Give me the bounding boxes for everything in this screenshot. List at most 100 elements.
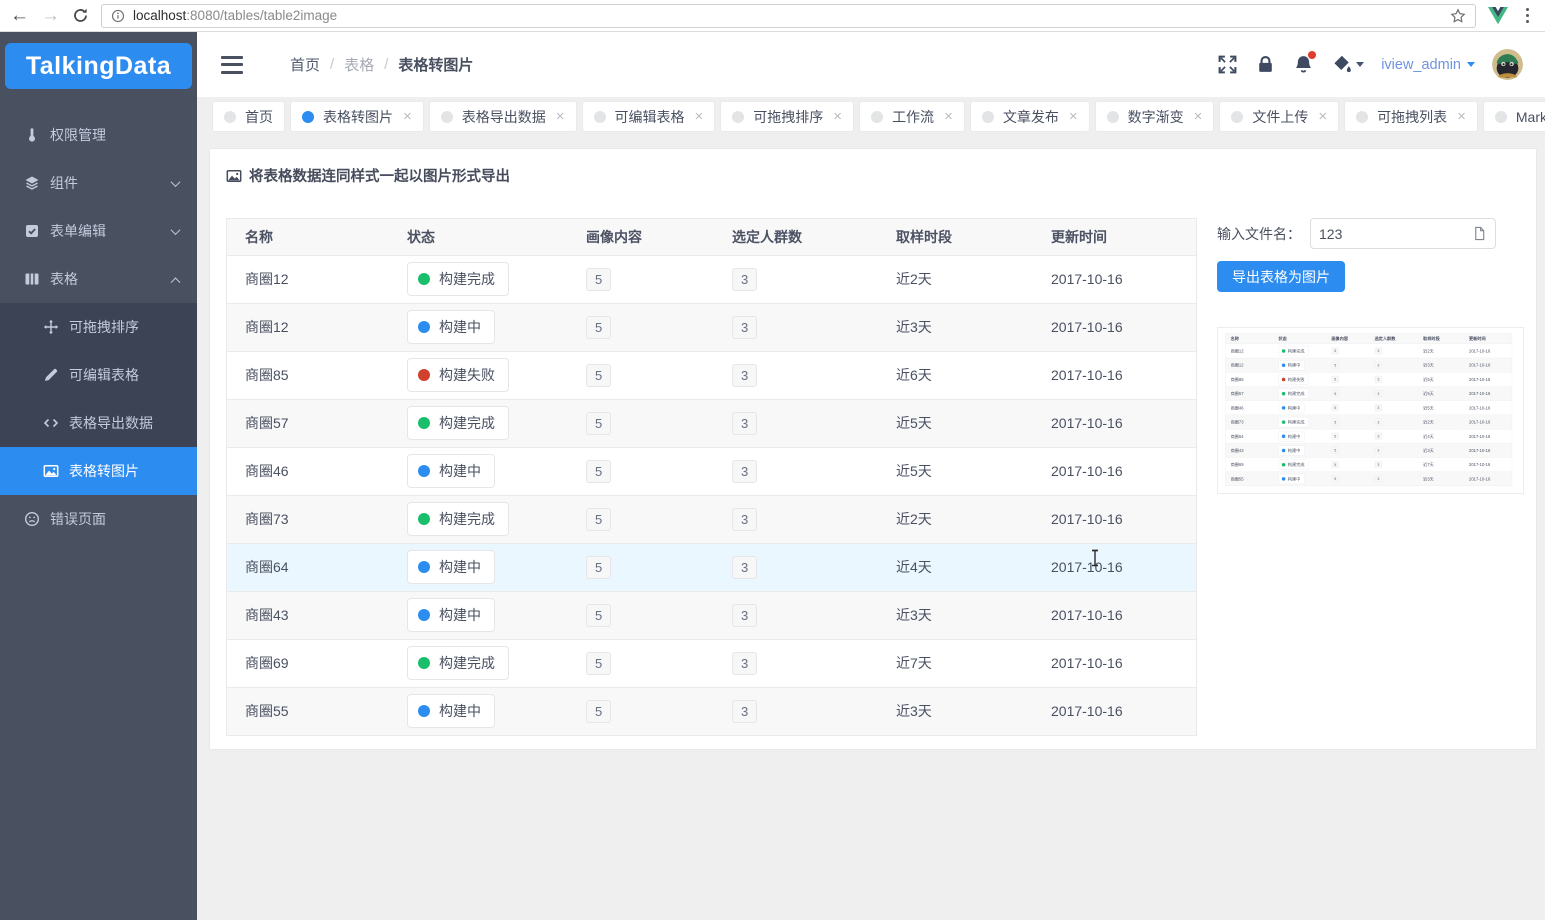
audience-count: 3 (732, 651, 758, 675)
cell-updated: 2017-10-16 (1033, 351, 1196, 400)
table-row[interactable]: 商圈55 构建中 5 3 近3天 2017-10-16 (1225, 471, 1512, 486)
collapse-menu-icon[interactable] (219, 52, 245, 78)
tab-status-dot-icon (981, 110, 994, 123)
bookmark-star-icon[interactable] (1449, 7, 1466, 24)
tab-表格转图片[interactable]: 表格转图片 × (290, 101, 424, 132)
cell-period: 近6天 (878, 351, 1033, 400)
cell-updated: 2017-10-16 (1463, 372, 1512, 387)
tab-Markdown编辑器[interactable]: Markdown编辑器× (1482, 101, 1545, 132)
app-logo[interactable]: TalkingData (5, 43, 192, 89)
notifications-bell-icon[interactable] (1293, 51, 1317, 75)
fullscreen-icon[interactable] (1217, 54, 1238, 75)
table-row[interactable]: 商圈73 构建完成 5 3 近2天 2017-10-16 (1225, 414, 1512, 430)
browser-menu-icon[interactable] (1520, 6, 1536, 26)
sidebar-item-permission[interactable]: 权限管理 (0, 111, 197, 159)
tab-close-icon[interactable]: × (403, 109, 412, 124)
audience-count: 3 (732, 699, 758, 723)
tab-文件上传[interactable]: 文件上传 × (1219, 101, 1340, 132)
sidebar-item-drag-sort[interactable]: 可拖拽排序 (0, 303, 197, 351)
user-dropdown[interactable]: iview_admin (1381, 57, 1475, 73)
tab-close-icon[interactable]: × (1194, 109, 1203, 124)
table-row[interactable]: 商圈85 构建失败 5 3 近6天 2017-10-16 (1225, 372, 1512, 387)
breadcrumb-home[interactable]: 首页 (290, 54, 320, 75)
sidebar-item-label: 可编辑表格 (69, 367, 139, 383)
table-row[interactable]: 商圈46 构建中 5 3 近5天 2017-10-16 (227, 447, 1196, 496)
tab-close-icon[interactable]: × (695, 109, 704, 124)
lock-screen-icon[interactable] (1255, 54, 1276, 75)
table-row[interactable]: 商圈69 构建完成 5 3 近7天 2017-10-16 (1225, 457, 1512, 472)
cell-period: 近5天 (878, 399, 1033, 448)
cell-updated: 2017-10-16 (1463, 443, 1512, 458)
export-table-button[interactable]: 导出表格为图片 (1217, 261, 1345, 292)
page-content: 将表格数据连同样式一起以图片形式导出 名称 状态 画像内容 选定人群数 取样时段 更新时间… (197, 135, 1545, 920)
theme-switch[interactable] (1331, 54, 1365, 75)
table-row[interactable]: 商圈12 构建中 5 3 近3天 2017-10-16 (227, 303, 1196, 352)
tab-status-dot-icon (224, 110, 236, 123)
table-row[interactable]: 商圈12 构建完成 5 3 近2天 2017-10-16 (227, 255, 1196, 304)
table-row[interactable]: 商圈43 构建中 5 3 近3天 2017-10-16 (227, 591, 1196, 640)
image-icon (43, 463, 59, 479)
column-header: 画像内容 (568, 219, 714, 256)
table-row[interactable]: 商圈69 构建完成 5 3 近7天 2017-10-16 (227, 639, 1196, 688)
table-row[interactable]: 商圈57 构建完成 5 3 近5天 2017-10-16 (1225, 386, 1512, 401)
tab-close-icon[interactable]: × (833, 109, 842, 124)
status-badge: 构建中 (407, 598, 495, 632)
tab-close-icon[interactable]: × (1069, 109, 1078, 124)
tab-status-dot-icon (1231, 110, 1244, 123)
tab-close-icon[interactable]: × (556, 109, 565, 124)
sidebar-item-editable-table[interactable]: 可编辑表格 (0, 351, 197, 399)
tab-close-icon[interactable]: × (944, 109, 953, 124)
cell-updated: 2017-10-16 (1463, 358, 1512, 373)
table-row[interactable]: 商圈85 构建失败 5 3 近6天 2017-10-16 (227, 351, 1196, 400)
sidebar-item-form-edit[interactable]: 表单编辑 (0, 207, 197, 255)
table-row[interactable]: 商圈64 构建中 5 3 近4天 2017-10-16 (227, 543, 1196, 592)
filename-field-wrap (1310, 218, 1496, 249)
sidebar-item-error-pages[interactable]: 错误页面 (0, 495, 197, 543)
table-row[interactable]: 商圈64 构建中 5 3 近4天 2017-10-16 (1225, 429, 1512, 444)
tab-status-dot-icon (732, 110, 745, 123)
avatar[interactable] (1492, 49, 1523, 80)
browser-forward-icon[interactable]: → (41, 6, 60, 25)
table-row[interactable]: 商圈57 构建完成 5 3 近5天 2017-10-16 (227, 399, 1196, 448)
status-label: 构建中 (1287, 405, 1301, 411)
cell-updated: 2017-10-16 (1033, 447, 1196, 496)
portrait-count: 5 (1331, 446, 1339, 454)
table-row[interactable]: 商圈12 构建完成 5 3 近2天 2017-10-16 (1225, 343, 1512, 359)
sidebar-item-components[interactable]: 组件 (0, 159, 197, 207)
tab-可拖拽列表[interactable]: 可拖拽列表 × (1344, 101, 1478, 132)
tab-可拖拽排序[interactable]: 可拖拽排序 × (720, 101, 855, 132)
status-label: 构建完成 (439, 271, 495, 287)
status-dot-icon (418, 657, 430, 669)
status-dot-icon (1281, 363, 1286, 367)
tab-数字渐变[interactable]: 数字渐变 × (1094, 101, 1215, 132)
sidebar-item-export-data[interactable]: 表格导出数据 (0, 399, 197, 447)
table-row[interactable]: 商圈43 构建中 5 3 近3天 2017-10-16 (1225, 443, 1512, 458)
vue-devtools-icon[interactable] (1487, 6, 1508, 25)
tab-首页[interactable]: 首页 (212, 101, 285, 132)
table-row[interactable]: 商圈46 构建中 5 3 近5天 2017-10-16 (1225, 400, 1512, 415)
sidebar-item-tables[interactable]: 表格 (0, 255, 197, 303)
page-info-icon[interactable] (111, 9, 125, 23)
tab-close-icon[interactable]: × (1318, 109, 1327, 124)
tab-close-icon[interactable]: × (1457, 109, 1466, 124)
status-dot-icon (1281, 420, 1286, 424)
card-title-row: 将表格数据连同样式一起以图片形式导出 (226, 165, 1520, 186)
table-row[interactable]: 商圈55 构建中 5 3 近3天 2017-10-16 (227, 687, 1196, 735)
status-badge: 构建中 (407, 550, 495, 584)
tab-可编辑表格[interactable]: 可编辑表格 × (581, 101, 716, 132)
breadcrumb-tables[interactable]: 表格 (344, 54, 374, 75)
table-row[interactable]: 商圈73 构建完成 5 3 近2天 2017-10-16 (227, 495, 1196, 544)
tab-表格导出数据[interactable]: 表格导出数据 × (428, 101, 577, 132)
tab-工作流[interactable]: 工作流 × (859, 101, 965, 132)
tab-文章发布[interactable]: 文章发布 × (969, 101, 1090, 132)
portrait-count: 5 (586, 315, 612, 339)
browser-refresh-icon[interactable] (72, 7, 89, 24)
address-bar[interactable]: localhost:8080/tables/table2image (101, 3, 1476, 28)
column-header: 状态 (1273, 333, 1327, 344)
browser-back-icon[interactable]: ← (10, 6, 29, 25)
filename-input[interactable] (1319, 225, 1459, 242)
portrait-count: 5 (1331, 461, 1339, 468)
table-row[interactable]: 商圈12 构建中 5 3 近3天 2017-10-16 (1225, 358, 1512, 373)
audience-count: 3 (1374, 418, 1383, 426)
sidebar-item-table2image[interactable]: 表格转图片 (0, 447, 197, 495)
